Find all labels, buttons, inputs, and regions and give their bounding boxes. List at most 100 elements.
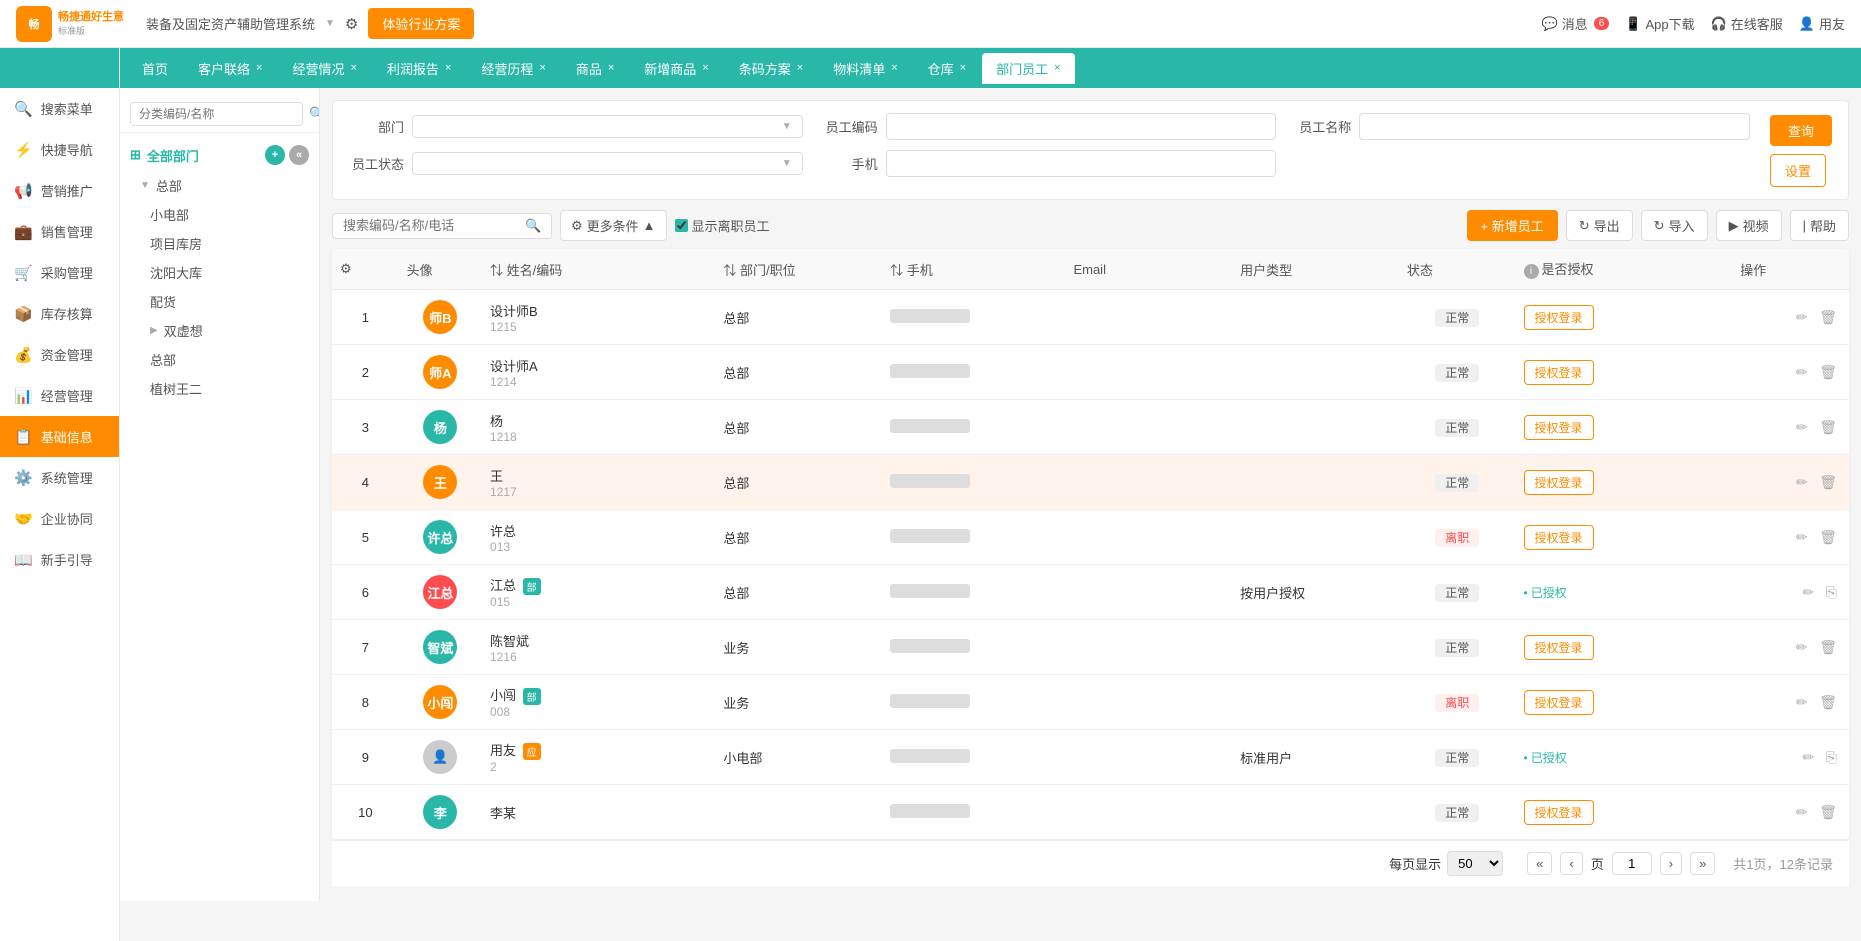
close-profit-icon[interactable]: × bbox=[445, 62, 451, 74]
tab-bom[interactable]: 物料清单× bbox=[819, 53, 911, 84]
dept-search-icon[interactable]: 🔍 bbox=[309, 106, 320, 122]
help-button[interactable]: | 帮助 bbox=[1790, 210, 1849, 241]
next-page-button[interactable]: › bbox=[1660, 852, 1682, 875]
tab-operations[interactable]: 经营情况× bbox=[278, 53, 370, 84]
sidebar-item-operations[interactable]: 📊 经营管理 bbox=[0, 375, 119, 416]
sidebar-item-cooperation[interactable]: 🤝 企业协同 bbox=[0, 498, 119, 539]
tab-barcode[interactable]: 条码方案× bbox=[725, 53, 817, 84]
tab-home[interactable]: 首页 bbox=[128, 53, 182, 84]
employee-search-icon[interactable]: 🔍 bbox=[525, 218, 541, 234]
view-button[interactable]: ▶ 视频 bbox=[1716, 210, 1782, 241]
delete-button[interactable]: 🗑 bbox=[1815, 527, 1841, 548]
edit-button[interactable]: ✏ bbox=[1792, 417, 1812, 438]
sidebar-item-basic-info[interactable]: 📋 基础信息 bbox=[0, 416, 119, 457]
authorize-button[interactable]: 授权登录 bbox=[1524, 800, 1594, 825]
authorize-button[interactable]: 授权登录 bbox=[1524, 690, 1594, 715]
close-customer-icon[interactable]: × bbox=[256, 62, 262, 74]
close-goods-icon[interactable]: × bbox=[608, 62, 614, 74]
setting-button[interactable]: 设置 bbox=[1770, 154, 1826, 187]
authorize-button[interactable]: 授权登录 bbox=[1524, 360, 1594, 385]
user-action[interactable]: 👤 用友 bbox=[1799, 14, 1845, 33]
settings-icon[interactable]: ⚙ bbox=[345, 15, 358, 33]
tab-warehouse[interactable]: 仓库× bbox=[914, 53, 980, 84]
delete-button[interactable]: 🗑 bbox=[1815, 472, 1841, 493]
sidebar-item-sales[interactable]: 💼 销售管理 bbox=[0, 211, 119, 252]
dept-item-headquarters-sub[interactable]: 总部 bbox=[120, 345, 319, 374]
dept-collapse-icon[interactable]: « bbox=[289, 145, 309, 165]
last-page-button[interactable]: » bbox=[1690, 852, 1715, 875]
delete-button[interactable]: 🗑 bbox=[1815, 307, 1841, 328]
edit-button[interactable]: ✏ bbox=[1792, 527, 1812, 548]
sidebar-item-purchase[interactable]: 🛒 采购管理 bbox=[0, 252, 119, 293]
copy-button[interactable]: ⎘ bbox=[1822, 582, 1841, 603]
close-add-goods-icon[interactable]: × bbox=[702, 62, 708, 74]
sidebar-item-search[interactable]: 🔍 搜索菜单 bbox=[0, 88, 119, 129]
dept-item-shenyang[interactable]: 沈阳大库 bbox=[120, 258, 319, 287]
close-bom-icon[interactable]: × bbox=[891, 62, 897, 74]
tab-profit[interactable]: 利润报告× bbox=[373, 53, 465, 84]
edit-button[interactable]: ✏ bbox=[1792, 637, 1812, 658]
page-number-input[interactable] bbox=[1612, 852, 1652, 875]
dept-item-headquarters-root[interactable]: ▼ 总部 bbox=[120, 171, 319, 200]
filter-status-select[interactable]: ▼ bbox=[412, 152, 803, 175]
page-size-select[interactable]: 50 100 200 bbox=[1447, 851, 1503, 876]
filter-dept-select[interactable]: ▼ bbox=[412, 115, 803, 138]
sidebar-item-guide[interactable]: 📖 新手引导 bbox=[0, 539, 119, 580]
delete-button[interactable]: 🗑 bbox=[1815, 802, 1841, 823]
show-resigned-checkbox[interactable] bbox=[675, 219, 688, 232]
filter-name-input[interactable] bbox=[1359, 113, 1750, 140]
authorize-button[interactable]: 授权登录 bbox=[1524, 525, 1594, 550]
edit-button[interactable]: ✏ bbox=[1798, 582, 1818, 603]
dept-all-header[interactable]: ⊞ 全部部门 + « bbox=[120, 139, 319, 171]
app-download-action[interactable]: 📱 App下载 bbox=[1625, 14, 1694, 33]
edit-button[interactable]: ✏ bbox=[1792, 802, 1812, 823]
filter-more-btn[interactable]: ⚙ 更多条件 ▲ bbox=[560, 210, 667, 241]
tab-department[interactable]: 部门员工× bbox=[982, 53, 1074, 84]
th-dept-sort-icon[interactable]: ⇅ bbox=[723, 263, 736, 278]
edit-button[interactable]: ✏ bbox=[1792, 307, 1812, 328]
authorize-button[interactable]: 授权登录 bbox=[1524, 470, 1594, 495]
th-phone-sort-icon[interactable]: ⇅ bbox=[890, 263, 903, 278]
sidebar-item-quicknav[interactable]: ⚡ 快捷导航 bbox=[0, 129, 119, 170]
sidebar-item-system[interactable]: ⚙️ 系统管理 bbox=[0, 457, 119, 498]
dept-item-small-elec[interactable]: 小电部 bbox=[120, 200, 319, 229]
export-button[interactable]: ↻ 导出 bbox=[1566, 210, 1633, 241]
sidebar-item-inventory[interactable]: 📦 库存核算 bbox=[0, 293, 119, 334]
tab-history[interactable]: 经营历程× bbox=[467, 53, 559, 84]
show-resigned-label[interactable]: 显示离职员工 bbox=[675, 216, 770, 235]
add-employee-button[interactable]: + 新增员工 bbox=[1467, 210, 1558, 241]
edit-button[interactable]: ✏ bbox=[1792, 692, 1812, 713]
filter-phone-input[interactable] bbox=[886, 150, 1277, 177]
tab-customer[interactable]: 客户联络× bbox=[184, 53, 276, 84]
delete-button[interactable]: 🗑 bbox=[1815, 362, 1841, 383]
close-history-icon[interactable]: × bbox=[539, 62, 545, 74]
table-settings-icon[interactable]: ⚙ bbox=[340, 261, 352, 276]
dept-item-peihuo[interactable]: 配货 bbox=[120, 287, 319, 316]
close-operations-icon[interactable]: × bbox=[350, 62, 356, 74]
tab-goods[interactable]: 商品× bbox=[562, 53, 628, 84]
close-department-icon[interactable]: × bbox=[1054, 62, 1060, 74]
authorize-button[interactable]: 授权登录 bbox=[1524, 305, 1594, 330]
first-page-button[interactable]: « bbox=[1527, 852, 1552, 875]
th-name-sort-icon[interactable]: ⇅ bbox=[490, 263, 503, 278]
trial-button[interactable]: 体验行业方案 bbox=[368, 8, 474, 39]
dept-add-icon[interactable]: + bbox=[265, 145, 285, 165]
dept-item-shuangxuxiang[interactable]: ▶ 双虚想 bbox=[120, 316, 319, 345]
sidebar-item-finance[interactable]: 💰 资金管理 bbox=[0, 334, 119, 375]
import-button[interactable]: ↻ 导入 bbox=[1641, 210, 1708, 241]
edit-button[interactable]: ✏ bbox=[1792, 362, 1812, 383]
close-barcode-icon[interactable]: × bbox=[797, 62, 803, 74]
dept-item-project-room[interactable]: 项目库房 bbox=[120, 229, 319, 258]
authorize-button[interactable]: 授权登录 bbox=[1524, 415, 1594, 440]
authorize-button[interactable]: 授权登录 bbox=[1524, 635, 1594, 660]
filter-code-input[interactable] bbox=[886, 113, 1277, 140]
delete-button[interactable]: 🗑 bbox=[1815, 417, 1841, 438]
online-support-action[interactable]: 🎧 在线客服 bbox=[1711, 14, 1783, 33]
tab-add-goods[interactable]: 新增商品× bbox=[630, 53, 722, 84]
delete-button[interactable]: ⎘ bbox=[1822, 747, 1841, 768]
search-button[interactable]: 查询 bbox=[1770, 115, 1832, 146]
dept-item-zhishu-wang[interactable]: 植树王二 bbox=[120, 374, 319, 403]
sidebar-item-marketing[interactable]: 📢 营销推广 bbox=[0, 170, 119, 211]
edit-button[interactable]: ✏ bbox=[1798, 747, 1818, 768]
edit-button[interactable]: ✏ bbox=[1792, 472, 1812, 493]
